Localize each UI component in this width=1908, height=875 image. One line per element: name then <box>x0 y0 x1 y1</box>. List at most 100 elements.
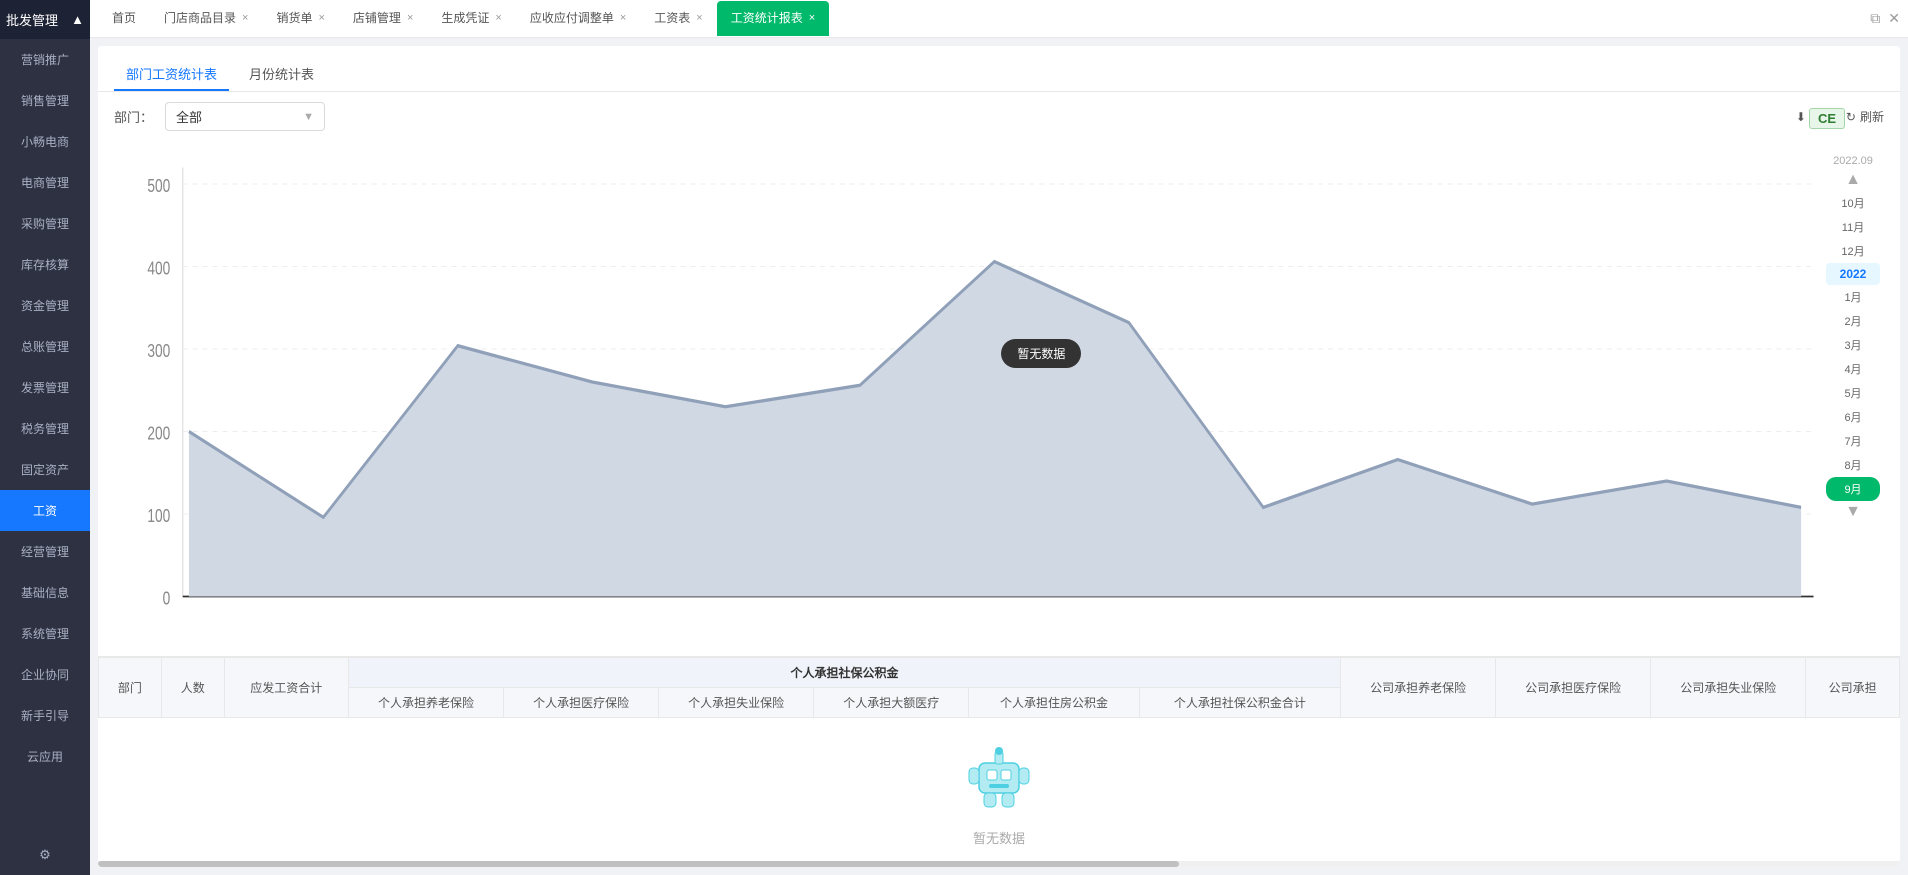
svg-text:100: 100 <box>147 506 170 526</box>
sidebar: 批发管理 ▲ 营销推广 销售管理 小畅电商 电商管理 采购管理 库存核算 资金管… <box>0 0 90 875</box>
tab-label: 工资统计报表 <box>731 9 803 26</box>
th-total: 应发工资合计 <box>224 658 348 718</box>
sidebar-settings[interactable]: ⚙ <box>0 835 90 875</box>
sidebar-item-swgl[interactable]: 税务管理 <box>0 408 90 449</box>
th-company-medical: 公司承担医疗保险 <box>1496 658 1651 718</box>
chart-tooltip: 暂无数据 <box>1001 339 1081 368</box>
sub-tab-label: 月份统计表 <box>249 67 314 82</box>
tab-sales-order[interactable]: 销货单 × <box>262 1 338 36</box>
sidebar-item-yyyp[interactable]: 云应用 <box>0 736 90 777</box>
timeline-item-feb[interactable]: 2月 <box>1826 309 1880 333</box>
tab-close-icon[interactable]: × <box>318 12 324 24</box>
sidebar-item-label: 电商管理 <box>21 176 69 190</box>
no-data-text: 暂无数据 <box>973 828 1025 847</box>
sidebar-item-xtgl[interactable]: 系统管理 <box>0 613 90 654</box>
tab-close-icon[interactable]: × <box>495 12 501 24</box>
sidebar-item-cggl[interactable]: 采购管理 <box>0 203 90 244</box>
tab-payroll[interactable]: 工资表 × <box>640 1 716 36</box>
sidebar-item-qytx[interactable]: 企业协同 <box>0 654 90 695</box>
sidebar-item-gdzc[interactable]: 固定资产 <box>0 449 90 490</box>
tab-ap-adjust[interactable]: 应收应付调整单 × <box>516 1 640 36</box>
timeline-item-apr[interactable]: 4月 <box>1826 357 1880 381</box>
svg-text:0: 0 <box>163 589 171 609</box>
sidebar-item-dsggl[interactable]: 电商管理 <box>0 162 90 203</box>
sub-tab-month[interactable]: 月份统计表 <box>237 58 326 91</box>
sidebar-item-xsyd[interactable]: 新手引导 <box>0 695 90 736</box>
sidebar-item-label: 基础信息 <box>21 586 69 600</box>
refresh-button[interactable]: ↻ 刷新 <box>1846 108 1884 125</box>
chart-inner: 0 100 200 300 400 500 暂无数据 <box>108 151 1826 646</box>
timeline-item-oct[interactable]: 10月 <box>1826 191 1880 215</box>
th-personal-social: 个人承担社保公积金 <box>348 658 1340 688</box>
timeline-header[interactable]: 2022.09 <box>1829 153 1877 169</box>
tab-store-catalog[interactable]: 门店商品目录 × <box>150 1 262 36</box>
close-icon[interactable]: ✕ <box>1888 10 1900 27</box>
no-data-area: 暂无数据 <box>98 718 1900 867</box>
sidebar-item-zzgl[interactable]: 总账管理 <box>0 326 90 367</box>
tab-store-manage[interactable]: 店铺管理 × <box>339 1 427 36</box>
th-p-housing: 个人承担住房公积金 <box>969 688 1139 718</box>
sidebar-header[interactable]: 批发管理 ▲ <box>0 0 90 39</box>
content-area: CE 部门工资统计表 月份统计表 部门： 全部 ▼ ⬇ 下载 <box>98 46 1900 867</box>
sidebar-item-label: 采购管理 <box>21 217 69 231</box>
th-company-other: 公司承担 <box>1806 658 1900 718</box>
main-area: 首页 门店商品目录 × 销货单 × 店铺管理 × 生成凭证 × 应收应付调整单 … <box>90 0 1908 875</box>
dept-select[interactable]: 全部 ▼ <box>165 102 325 131</box>
sidebar-title: 批发管理 <box>6 10 58 29</box>
tab-voucher[interactable]: 生成凭证 × <box>427 1 515 36</box>
sidebar-item-yxtt[interactable]: 营销推广 <box>0 39 90 80</box>
timeline-item-dec[interactable]: 12月 <box>1826 239 1880 263</box>
scrollbar-track[interactable] <box>98 861 1900 867</box>
timeline-item-nov[interactable]: 11月 <box>1826 215 1880 239</box>
tabs-actions: ⧉ ✕ <box>1870 10 1900 27</box>
restore-icon[interactable]: ⧉ <box>1870 10 1880 27</box>
th-company-unemploy: 公司承担失业保险 <box>1651 658 1806 718</box>
sidebar-item-zjgl[interactable]: 资金管理 <box>0 285 90 326</box>
sub-tab-label: 部门工资统计表 <box>126 67 217 82</box>
tab-label: 生成凭证 <box>441 9 489 26</box>
tab-home[interactable]: 首页 <box>98 1 150 36</box>
tabs-bar: 首页 门店商品目录 × 销货单 × 店铺管理 × 生成凭证 × 应收应付调整单 … <box>90 0 1908 38</box>
sidebar-item-label: 小畅电商 <box>21 135 69 149</box>
timeline-item-jul[interactable]: 7月 <box>1826 429 1880 453</box>
sub-tab-dept[interactable]: 部门工资统计表 <box>114 58 229 91</box>
sidebar-item-xsgl[interactable]: 销售管理 <box>0 80 90 121</box>
tab-payroll-report[interactable]: 工资统计报表 × <box>717 1 829 36</box>
timeline-item-aug[interactable]: 8月 <box>1826 453 1880 477</box>
no-data-robot-icon <box>959 738 1039 818</box>
timeline-item-jun[interactable]: 6月 <box>1826 405 1880 429</box>
timeline-up-icon[interactable]: ▲ <box>1843 169 1863 191</box>
timeline-item-mar[interactable]: 3月 <box>1826 333 1880 357</box>
th-p-medical: 个人承担医疗保险 <box>504 688 659 718</box>
timeline-item-jan[interactable]: 1月 <box>1826 285 1880 309</box>
sidebar-item-gz[interactable]: 工资 <box>0 490 90 531</box>
sidebar-item-jygl[interactable]: 经营管理 <box>0 531 90 572</box>
sidebar-toggle-icon: ▲ <box>71 12 84 27</box>
tab-label: 工资表 <box>654 9 690 26</box>
download-icon: ⬇ <box>1796 110 1806 124</box>
tab-close-icon[interactable]: × <box>620 12 626 24</box>
refresh-label: 刷新 <box>1860 108 1884 125</box>
timeline-item-2022[interactable]: 2022 <box>1826 263 1880 285</box>
svg-text:400: 400 <box>147 259 170 279</box>
timeline-sidebar: 2022.09 ▲ 10月 11月 12月 2022 1月 2月 3月 4月 5… <box>1826 151 1880 646</box>
scrollbar-thumb[interactable] <box>98 861 1179 867</box>
sidebar-item-xcdsc[interactable]: 小畅电商 <box>0 121 90 162</box>
ce-badge: CE <box>1809 108 1845 129</box>
tab-close-icon[interactable]: × <box>407 12 413 24</box>
sidebar-item-label: 企业协同 <box>21 668 69 682</box>
tab-close-icon[interactable]: × <box>242 12 248 24</box>
tab-label: 店铺管理 <box>353 9 401 26</box>
timeline-item-sep[interactable]: 9月 <box>1826 477 1880 501</box>
sidebar-item-jcxx[interactable]: 基础信息 <box>0 572 90 613</box>
timeline-down-icon[interactable]: ▼ <box>1843 501 1863 523</box>
chevron-down-icon: ▼ <box>303 111 314 123</box>
tab-close-icon[interactable]: × <box>696 12 702 24</box>
sidebar-item-label: 库存核算 <box>21 258 69 272</box>
sidebar-item-kchsn[interactable]: 库存核算 <box>0 244 90 285</box>
sidebar-item-fpgl[interactable]: 发票管理 <box>0 367 90 408</box>
th-p-total: 个人承担社保公积金合计 <box>1139 688 1340 718</box>
timeline-item-may[interactable]: 5月 <box>1826 381 1880 405</box>
refresh-icon: ↻ <box>1846 110 1856 124</box>
tab-close-icon[interactable]: × <box>809 12 815 24</box>
